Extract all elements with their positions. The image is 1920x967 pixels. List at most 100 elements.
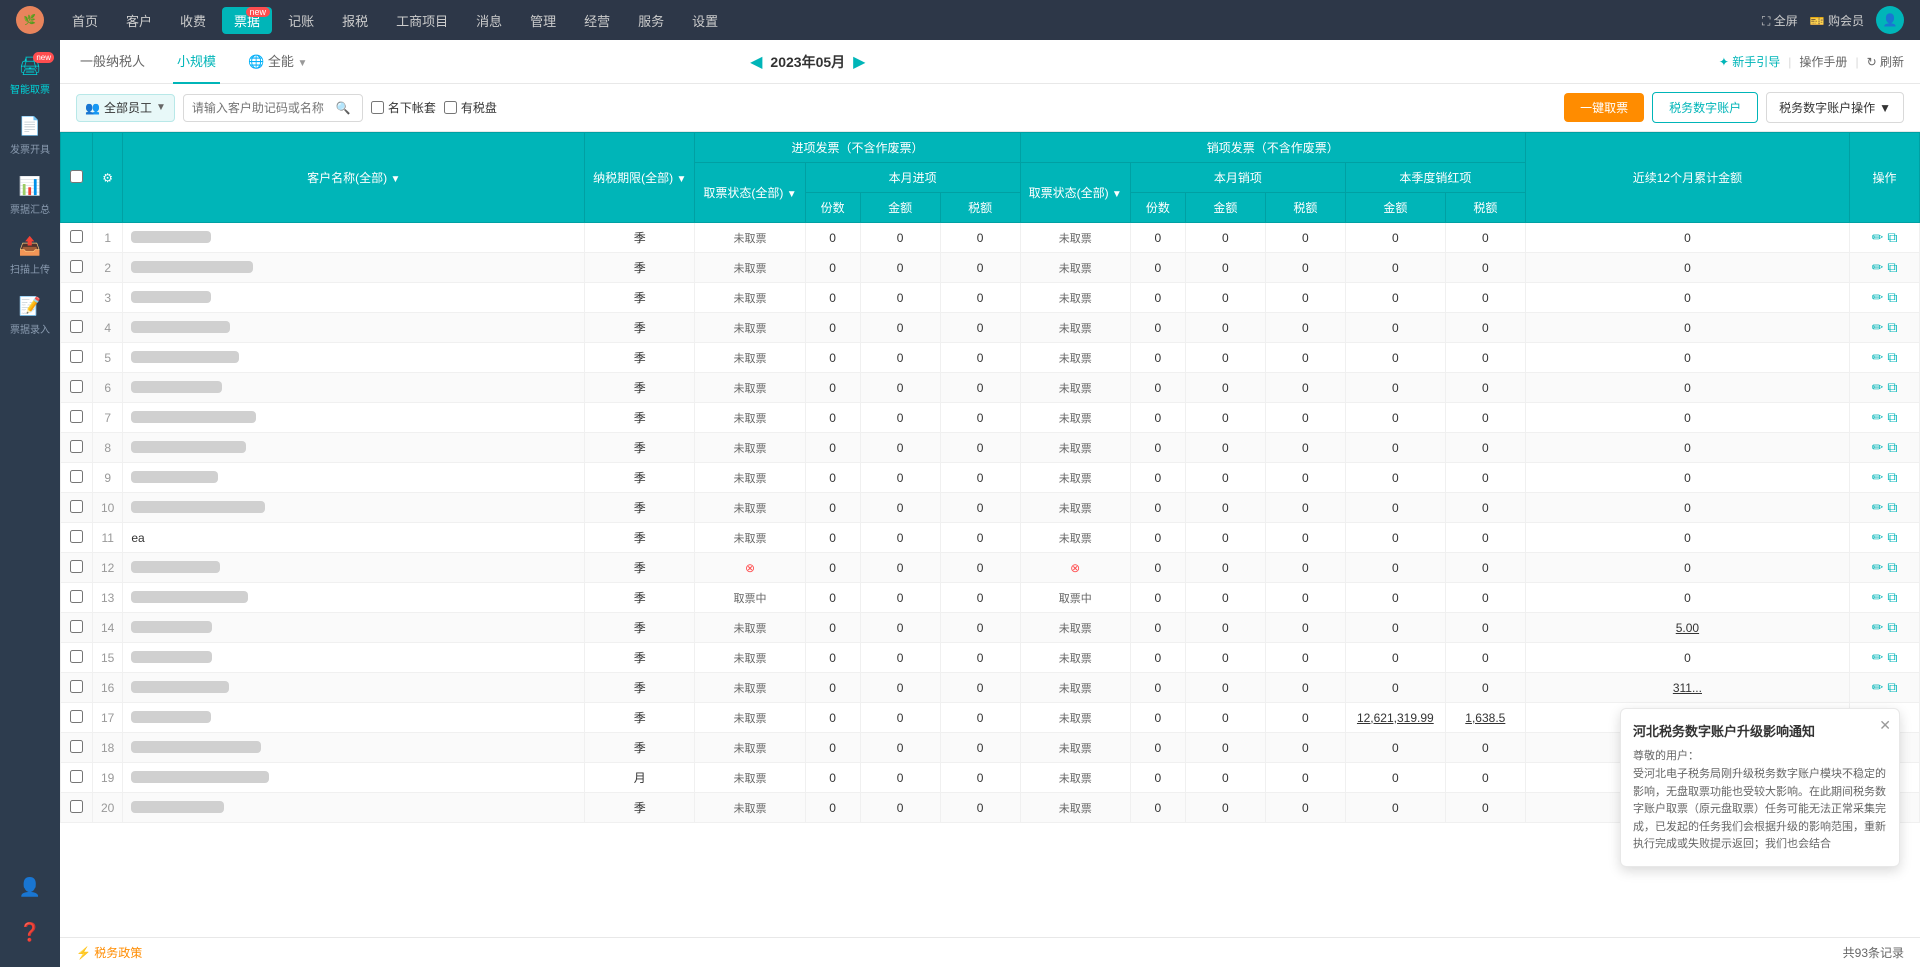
row-checkbox[interactable]	[70, 680, 83, 693]
copy-icon[interactable]: ⧉	[1887, 409, 1897, 426]
copy-icon[interactable]: ⧉	[1887, 319, 1897, 336]
edit-icon[interactable]: ✏	[1872, 679, 1884, 696]
copy-icon[interactable]: ⧉	[1887, 649, 1897, 666]
copy-icon[interactable]: ⧉	[1887, 469, 1897, 486]
copy-icon[interactable]: ⧉	[1887, 619, 1897, 636]
edit-icon[interactable]: ✏	[1872, 529, 1884, 546]
nav-operation[interactable]: 经营	[572, 7, 622, 34]
nav-business[interactable]: 工商项目	[384, 7, 460, 34]
new-guide-link[interactable]: ✦ 新手引导	[1719, 53, 1780, 70]
employee-select[interactable]: 👥 全部员工 ▼	[76, 94, 175, 122]
refresh-link[interactable]: ↻ 刷新	[1867, 53, 1904, 70]
row-checkbox-cell[interactable]	[61, 583, 93, 613]
row-checkbox[interactable]	[70, 620, 83, 633]
edit-icon[interactable]: ✏	[1872, 409, 1884, 426]
row-checkbox[interactable]	[70, 530, 83, 543]
row-checkbox-cell[interactable]	[61, 463, 93, 493]
copy-icon[interactable]: ⧉	[1887, 499, 1897, 516]
row-checkbox[interactable]	[70, 260, 83, 273]
next-month-btn[interactable]: ▶	[853, 52, 865, 72]
tax-policy-link[interactable]: ⚡ 税务政策	[76, 944, 142, 961]
tab-all-capable[interactable]: 🌐 全能 ▼	[244, 40, 311, 84]
nav-tax[interactable]: 报税	[330, 7, 380, 34]
row-checkbox-cell[interactable]	[61, 793, 93, 823]
sidebar-item-smart-ticket[interactable]: 🖨 智能取票 new	[0, 48, 60, 104]
copy-icon[interactable]: ⧉	[1887, 529, 1897, 546]
row-checkbox-cell[interactable]	[61, 343, 93, 373]
nav-service[interactable]: 服务	[626, 7, 676, 34]
row-checkbox-cell[interactable]	[61, 763, 93, 793]
edit-icon[interactable]: ✏	[1872, 619, 1884, 636]
nav-home[interactable]: 首页	[60, 7, 110, 34]
copy-icon[interactable]: ⧉	[1887, 559, 1897, 576]
taxdisk-checkbox[interactable]	[444, 101, 457, 114]
manual-link[interactable]: 操作手册	[1799, 53, 1847, 70]
edit-icon[interactable]: ✏	[1872, 229, 1884, 246]
row-checkbox-cell[interactable]	[61, 253, 93, 283]
edit-icon[interactable]: ✏	[1872, 649, 1884, 666]
checkbox-account[interactable]: 名下帐套	[371, 99, 436, 116]
copy-icon[interactable]: ⧉	[1887, 589, 1897, 606]
row-checkbox[interactable]	[70, 500, 83, 513]
row-checkbox-cell[interactable]	[61, 403, 93, 433]
sidebar-item-profile[interactable]: 👤	[15, 869, 45, 906]
nav-accounting[interactable]: 记账	[276, 7, 326, 34]
copy-icon[interactable]: ⧉	[1887, 259, 1897, 276]
row-checkbox-cell[interactable]	[61, 373, 93, 403]
row-checkbox[interactable]	[70, 380, 83, 393]
edit-icon[interactable]: ✏	[1872, 559, 1884, 576]
row-checkbox[interactable]	[70, 320, 83, 333]
copy-icon[interactable]: ⧉	[1887, 229, 1897, 246]
sidebar-item-help[interactable]: ❓	[15, 914, 45, 951]
account-checkbox[interactable]	[371, 101, 384, 114]
row-checkbox-cell[interactable]	[61, 523, 93, 553]
edit-icon[interactable]: ✏	[1872, 499, 1884, 516]
search-icon[interactable]: 🔍	[336, 101, 351, 115]
search-box[interactable]: 🔍	[183, 94, 363, 122]
row-checkbox-cell[interactable]	[61, 673, 93, 703]
nav-message[interactable]: 消息	[464, 7, 514, 34]
row-checkbox-cell[interactable]	[61, 733, 93, 763]
edit-icon[interactable]: ✏	[1872, 469, 1884, 486]
row-checkbox[interactable]	[70, 410, 83, 423]
row-checkbox-cell[interactable]	[61, 433, 93, 463]
row-checkbox[interactable]	[70, 740, 83, 753]
edit-icon[interactable]: ✏	[1872, 589, 1884, 606]
row-checkbox[interactable]	[70, 710, 83, 723]
row-checkbox[interactable]	[70, 230, 83, 243]
notification-close-btn[interactable]: ✕	[1879, 717, 1891, 734]
tax-digital-button[interactable]: 税务数字账户	[1652, 92, 1758, 123]
nav-customer[interactable]: 客户	[114, 7, 164, 34]
checkbox-taxdisk[interactable]: 有税盘	[444, 99, 497, 116]
vip-btn[interactable]: 🎫 购会员	[1810, 12, 1864, 29]
row-checkbox[interactable]	[70, 800, 83, 813]
edit-icon[interactable]: ✏	[1872, 259, 1884, 276]
nav-fee[interactable]: 收费	[168, 7, 218, 34]
sidebar-item-entry[interactable]: 📝 票据录入	[0, 288, 60, 344]
row-checkbox[interactable]	[70, 440, 83, 453]
edit-icon[interactable]: ✏	[1872, 349, 1884, 366]
sidebar-item-invoice[interactable]: 📄 发票开具	[0, 108, 60, 164]
row-checkbox-cell[interactable]	[61, 643, 93, 673]
row-checkbox[interactable]	[70, 290, 83, 303]
tab-general-taxpayer[interactable]: 一般纳税人	[76, 40, 149, 84]
row-checkbox-cell[interactable]	[61, 613, 93, 643]
row-checkbox[interactable]	[70, 650, 83, 663]
row-checkbox-cell[interactable]	[61, 313, 93, 343]
copy-icon[interactable]: ⧉	[1887, 379, 1897, 396]
sidebar-item-scan[interactable]: 📤 扫描上传	[0, 228, 60, 284]
row-checkbox-cell[interactable]	[61, 223, 93, 253]
row-checkbox-cell[interactable]	[61, 283, 93, 313]
edit-icon[interactable]: ✏	[1872, 319, 1884, 336]
tab-small-scale[interactable]: 小规模	[173, 40, 220, 84]
copy-icon[interactable]: ⧉	[1887, 679, 1897, 696]
copy-icon[interactable]: ⧉	[1887, 289, 1897, 306]
row-checkbox[interactable]	[70, 470, 83, 483]
prev-month-btn[interactable]: ◀	[750, 52, 762, 72]
nav-ticket[interactable]: 票据 new	[222, 7, 272, 34]
one-key-tax-button[interactable]: 一键取票	[1564, 93, 1644, 122]
nav-settings[interactable]: 设置	[680, 7, 730, 34]
fullscreen-btn[interactable]: ⛶ 全屏	[1762, 12, 1798, 29]
edit-icon[interactable]: ✏	[1872, 379, 1884, 396]
edit-icon[interactable]: ✏	[1872, 289, 1884, 306]
